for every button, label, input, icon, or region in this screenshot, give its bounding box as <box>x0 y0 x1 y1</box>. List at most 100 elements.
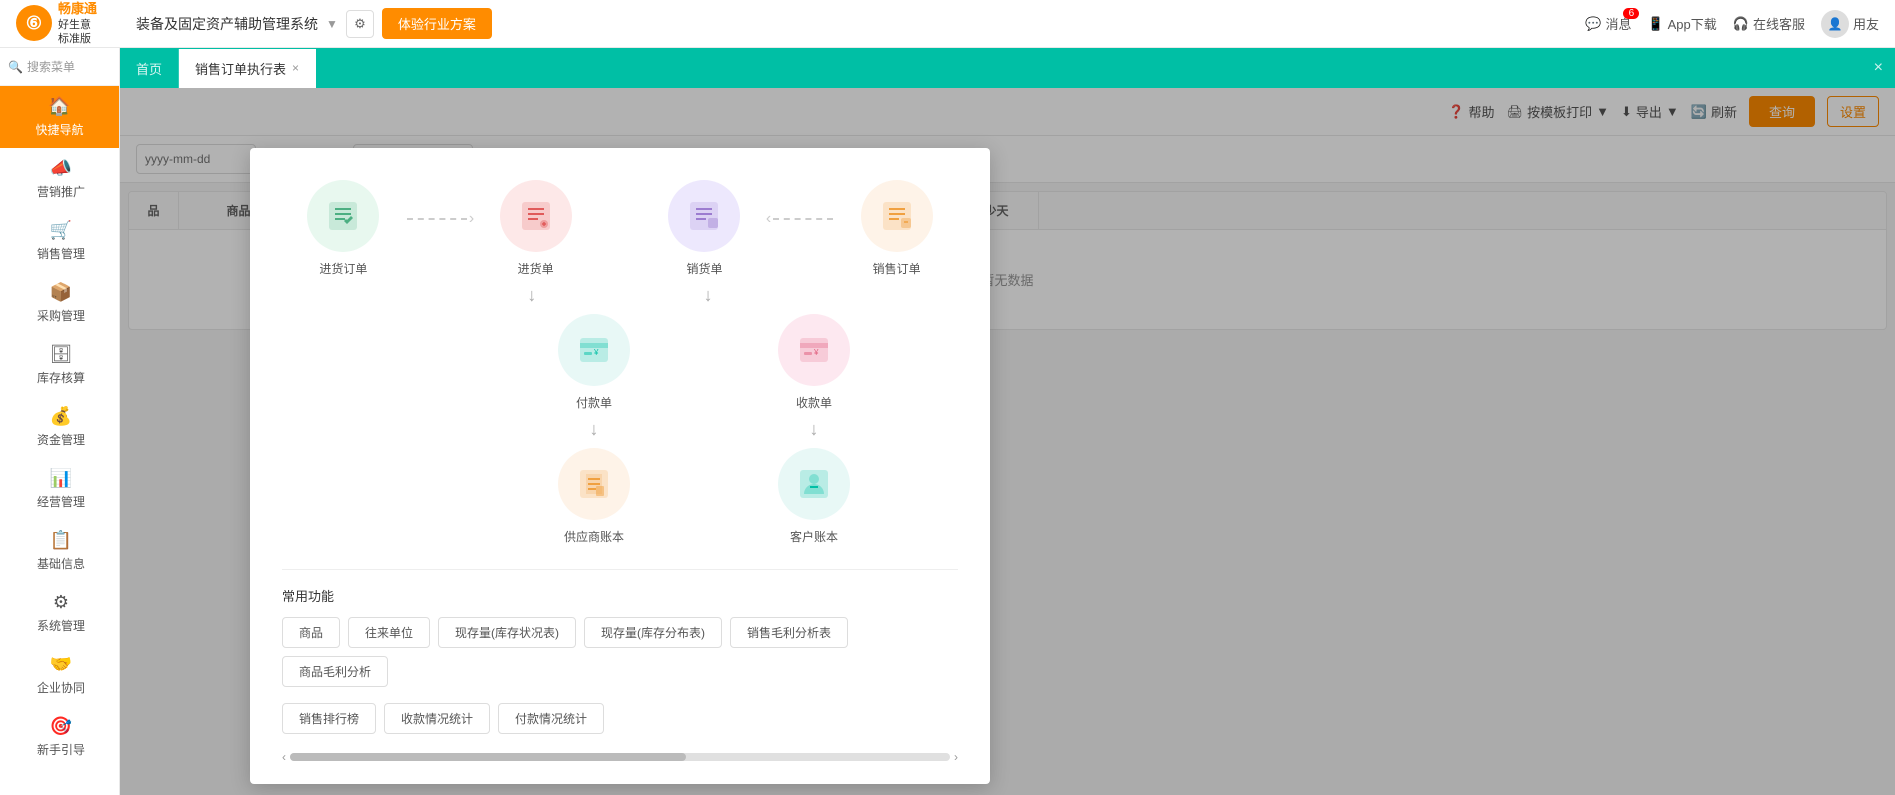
flow-node-supplier-ledger[interactable]: 供应商账本 <box>514 440 674 553</box>
logo-sub-text: 好生意标准版 <box>58 18 97 47</box>
online-service-label: 在线客服 <box>1753 14 1805 33</box>
flow-node-sale-order[interactable]: 销售订单 <box>835 172 958 285</box>
scroll-left-arrow[interactable]: ‹ <box>282 750 286 764</box>
sidebar-item-quick-nav[interactable]: 🏠 快捷导航 <box>0 86 119 148</box>
flow-node-receipt[interactable]: ¥ 收款单 <box>734 306 894 419</box>
sale-order-circle <box>861 180 933 252</box>
marketing-icon: 📣 <box>50 158 72 179</box>
flow-node-sale-bill[interactable]: 销货单 <box>643 172 766 285</box>
logo-main-text: 畅康通 <box>58 1 97 18</box>
main-layout: 🔍 搜索菜单 🏠 快捷导航 📣 营销推广 🛒 销售管理 📦 采购管理 🗄 库存核… <box>0 48 1895 795</box>
sales-label: 销售管理 <box>37 245 85 262</box>
basic-label: 基础信息 <box>37 555 85 572</box>
operations-icon: 📊 <box>50 468 72 489</box>
finance-icon: 💰 <box>50 406 72 427</box>
svg-text:¥: ¥ <box>593 348 599 357</box>
func-btn-收款情况统计[interactable]: 收款情况统计 <box>384 703 490 734</box>
common-functions-title: 常用功能 <box>282 586 958 605</box>
func-btn-现存量(库存分布表)[interactable]: 现存量(库存分布表) <box>584 617 722 648</box>
flow-node-customer-ledger[interactable]: 客户账本 <box>734 440 894 553</box>
search-label: 搜索菜单 <box>27 58 75 75</box>
guide-label: 新手引导 <box>37 741 85 758</box>
flow-node-purchase-bill[interactable]: 进货单 <box>474 172 597 285</box>
sidebar-item-guide[interactable]: 🎯 新手引导 <box>0 706 119 768</box>
func-btn-销售毛利分析表[interactable]: 销售毛利分析表 <box>730 617 848 648</box>
system-title-area: 装备及固定资产辅助管理系统 ▼ ⚙ 体验行业方案 <box>136 8 1585 39</box>
download-icon: 📱 <box>1647 16 1663 32</box>
func-btn-销售排行榜[interactable]: 销售排行榜 <box>282 703 376 734</box>
guide-icon: 🎯 <box>50 716 72 737</box>
scroll-thumb <box>290 753 686 761</box>
sidebar-item-basic[interactable]: 📋 基础信息 <box>0 520 119 582</box>
search-icon: 🔍 <box>8 60 23 74</box>
quick-nav-label: 快捷导航 <box>35 121 83 138</box>
receipt-circle: ¥ <box>778 314 850 386</box>
sale-bill-circle <box>668 180 740 252</box>
user-avatar: 👤 <box>1821 10 1849 38</box>
scroll-right-arrow[interactable]: › <box>954 750 958 764</box>
message-badge: 6 <box>1623 8 1639 19</box>
func-btn-商品[interactable]: 商品 <box>282 617 340 648</box>
message-item[interactable]: 💬 消息 6 <box>1585 14 1631 33</box>
trial-button[interactable]: 体验行业方案 <box>382 8 492 39</box>
service-icon: 🎧 <box>1733 16 1749 32</box>
tab-home[interactable]: 首页 <box>120 49 179 88</box>
tab-sales-order[interactable]: 销售订单执行表 × <box>179 49 316 88</box>
sales-icon: 🛒 <box>50 220 72 241</box>
func-buttons-row1: 商品往来单位现存量(库存状况表) 现存量(库存分布表) 销售毛利分析表商品毛利分析销… <box>282 617 958 734</box>
customer-ledger-circle <box>778 448 850 520</box>
app-download-item[interactable]: 📱 App下载 <box>1647 14 1716 33</box>
supplier-ledger-circle <box>558 448 630 520</box>
sidebar-item-finance[interactable]: 💰 资金管理 <box>0 396 119 458</box>
operations-label: 经营管理 <box>37 493 85 510</box>
modal-overlay: 进货订单 › <box>120 88 1895 795</box>
scroll-bar-area: ‹ › <box>282 746 958 768</box>
purchase-label: 采购管理 <box>37 307 85 324</box>
sidebar-item-inventory[interactable]: 🗄 库存核算 <box>0 334 119 396</box>
logo-icon: ⑥ <box>16 5 52 41</box>
inventory-label: 库存核算 <box>37 369 85 386</box>
sidebar-item-system[interactable]: ⚙ 系统管理 <box>0 582 119 644</box>
purchase-bill-circle <box>500 180 572 252</box>
func-btn-付款情况统计[interactable]: 付款情况统计 <box>498 703 604 734</box>
system-label: 系统管理 <box>37 617 85 634</box>
sidebar-item-marketing[interactable]: 📣 营销推广 <box>0 148 119 210</box>
online-service-item[interactable]: 🎧 在线客服 <box>1733 14 1805 33</box>
func-btn-现存量(库存状况表)[interactable]: 现存量(库存状况表) <box>438 617 576 648</box>
flow-node-payment[interactable]: ¥ 付款单 <box>514 306 674 419</box>
app-download-label: App下载 <box>1668 14 1717 33</box>
common-functions-section: 常用功能 商品往来单位现存量(库存状况表)现存量(库存分布表)销售毛利分析表商品… <box>282 569 958 734</box>
customer-ledger-label: 客户账本 <box>790 528 838 545</box>
payment-label: 付款单 <box>576 394 612 411</box>
system-title: 装备及固定资产辅助管理系统 <box>136 14 318 34</box>
tab-bar-close-btn[interactable]: × <box>1862 51 1895 85</box>
system-dropdown-arrow[interactable]: ▼ <box>326 17 338 31</box>
user-name: 用友 <box>1853 14 1879 33</box>
sidebar-search[interactable]: 🔍 搜索菜单 <box>0 48 119 86</box>
sale-bill-label: 销货单 <box>686 260 722 277</box>
tab-close-icon[interactable]: × <box>292 61 299 75</box>
flow-node-purchase-order[interactable]: 进货订单 <box>282 172 405 285</box>
message-icon: 💬 <box>1585 16 1601 32</box>
sidebar-item-cooperation[interactable]: 🤝 企业协同 <box>0 644 119 706</box>
header-right: 💬 消息 6 📱 App下载 🎧 在线客服 👤 用友 <box>1585 10 1879 38</box>
scroll-track[interactable] <box>290 753 950 761</box>
tab-bar: 首页 销售订单执行表 × × <box>120 48 1895 88</box>
gear-button[interactable]: ⚙ <box>346 10 374 38</box>
payment-circle: ¥ <box>558 314 630 386</box>
sidebar: 🔍 搜索菜单 🏠 快捷导航 📣 营销推广 🛒 销售管理 📦 采购管理 🗄 库存核… <box>0 48 120 795</box>
sidebar-item-purchase[interactable]: 📦 采购管理 <box>0 272 119 334</box>
modal-dialog: 进货订单 › <box>250 148 990 784</box>
supplier-ledger-label: 供应商账本 <box>564 528 624 545</box>
purchase-order-label: 进货订单 <box>319 260 367 277</box>
sidebar-item-operations[interactable]: 📊 经营管理 <box>0 458 119 520</box>
marketing-label: 营销推广 <box>37 183 85 200</box>
func-btn-往来单位[interactable]: 往来单位 <box>348 617 430 648</box>
sidebar-item-sales[interactable]: 🛒 销售管理 <box>0 210 119 272</box>
tab-sales-order-label: 销售订单执行表 <box>195 59 286 78</box>
user-item[interactable]: 👤 用友 <box>1821 10 1879 38</box>
quick-nav-icon: 🏠 <box>48 96 70 117</box>
func-btn-商品毛利分析[interactable]: 商品毛利分析 <box>282 656 388 687</box>
cooperation-label: 企业协同 <box>37 679 85 696</box>
logo-area: ⑥ 畅康通 好生意标准版 <box>16 1 136 46</box>
